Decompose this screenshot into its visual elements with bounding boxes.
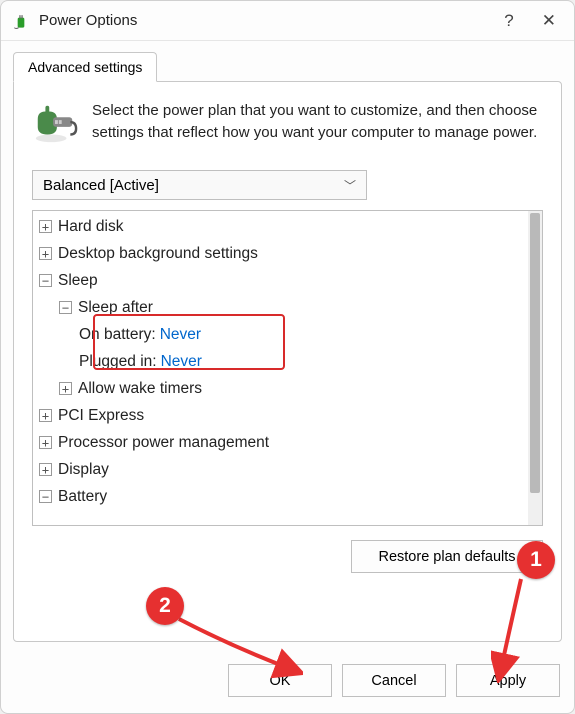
expand-icon[interactable]: + bbox=[39, 409, 52, 422]
tree-node-processor-power[interactable]: + Processor power management bbox=[33, 429, 528, 456]
dialog-button-row: OK Cancel Apply bbox=[1, 654, 574, 713]
close-button[interactable]: ✕ bbox=[542, 12, 556, 29]
settings-tree[interactable]: + Hard disk + Desktop background setting… bbox=[33, 211, 528, 525]
window-title: Power Options bbox=[39, 12, 504, 29]
tree-node-display[interactable]: + Display bbox=[33, 456, 528, 483]
titlebar: Power Options ? ✕ bbox=[1, 1, 574, 41]
tree-node-desktop-background[interactable]: + Desktop background settings bbox=[33, 240, 528, 267]
collapse-icon[interactable]: − bbox=[59, 301, 72, 314]
chevron-down-icon: ﹀ bbox=[344, 177, 356, 194]
tree-node-sleep[interactable]: − Sleep bbox=[33, 267, 528, 294]
callout-badge-1: 1 bbox=[517, 541, 555, 579]
expand-icon[interactable]: + bbox=[59, 382, 72, 395]
expand-icon[interactable]: + bbox=[39, 436, 52, 449]
power-plan-icon bbox=[32, 100, 78, 146]
intro-text: Select the power plan that you want to c… bbox=[92, 100, 543, 146]
on-battery-value[interactable]: Never bbox=[160, 326, 201, 344]
tab-advanced-settings[interactable]: Advanced settings bbox=[13, 52, 157, 82]
plugged-in-value[interactable]: Never bbox=[161, 353, 202, 371]
expand-icon[interactable]: + bbox=[39, 247, 52, 260]
tree-node-sleep-after[interactable]: − Sleep after bbox=[33, 294, 528, 321]
scrollbar-thumb[interactable] bbox=[530, 213, 540, 493]
tab-bar: Advanced settings bbox=[1, 41, 574, 81]
callout-badge-2: 2 bbox=[146, 587, 184, 625]
tree-node-allow-wake-timers[interactable]: + Allow wake timers bbox=[33, 375, 528, 402]
expand-icon[interactable]: + bbox=[39, 463, 52, 476]
help-button[interactable]: ? bbox=[504, 12, 513, 29]
tree-node-hard-disk[interactable]: + Hard disk bbox=[33, 213, 528, 240]
tree-node-on-battery[interactable]: On battery: Never bbox=[33, 321, 528, 348]
power-options-dialog: Power Options ? ✕ Advanced settings Se bbox=[0, 0, 575, 714]
tab-label: Advanced settings bbox=[28, 59, 142, 75]
collapse-icon[interactable]: − bbox=[39, 274, 52, 287]
ok-button[interactable]: OK bbox=[228, 664, 332, 697]
cancel-button[interactable]: Cancel bbox=[342, 664, 446, 697]
restore-defaults-button[interactable]: Restore plan defaults bbox=[351, 540, 543, 573]
vertical-scrollbar[interactable] bbox=[528, 211, 542, 525]
tree-node-battery[interactable]: − Battery bbox=[33, 483, 528, 510]
apply-button[interactable]: Apply bbox=[456, 664, 560, 697]
tree-node-pci-express[interactable]: + PCI Express bbox=[33, 402, 528, 429]
collapse-icon[interactable]: − bbox=[39, 490, 52, 503]
tree-node-plugged-in[interactable]: Plugged in: Never bbox=[33, 348, 528, 375]
content-panel: Select the power plan that you want to c… bbox=[13, 81, 562, 642]
settings-tree-container: + Hard disk + Desktop background setting… bbox=[32, 210, 543, 526]
expand-icon[interactable]: + bbox=[39, 220, 52, 233]
power-options-icon bbox=[11, 11, 31, 31]
power-plan-combobox[interactable]: Balanced [Active] ﹀ bbox=[32, 170, 367, 200]
combobox-value: Balanced [Active] bbox=[43, 177, 159, 194]
intro-row: Select the power plan that you want to c… bbox=[32, 100, 543, 146]
